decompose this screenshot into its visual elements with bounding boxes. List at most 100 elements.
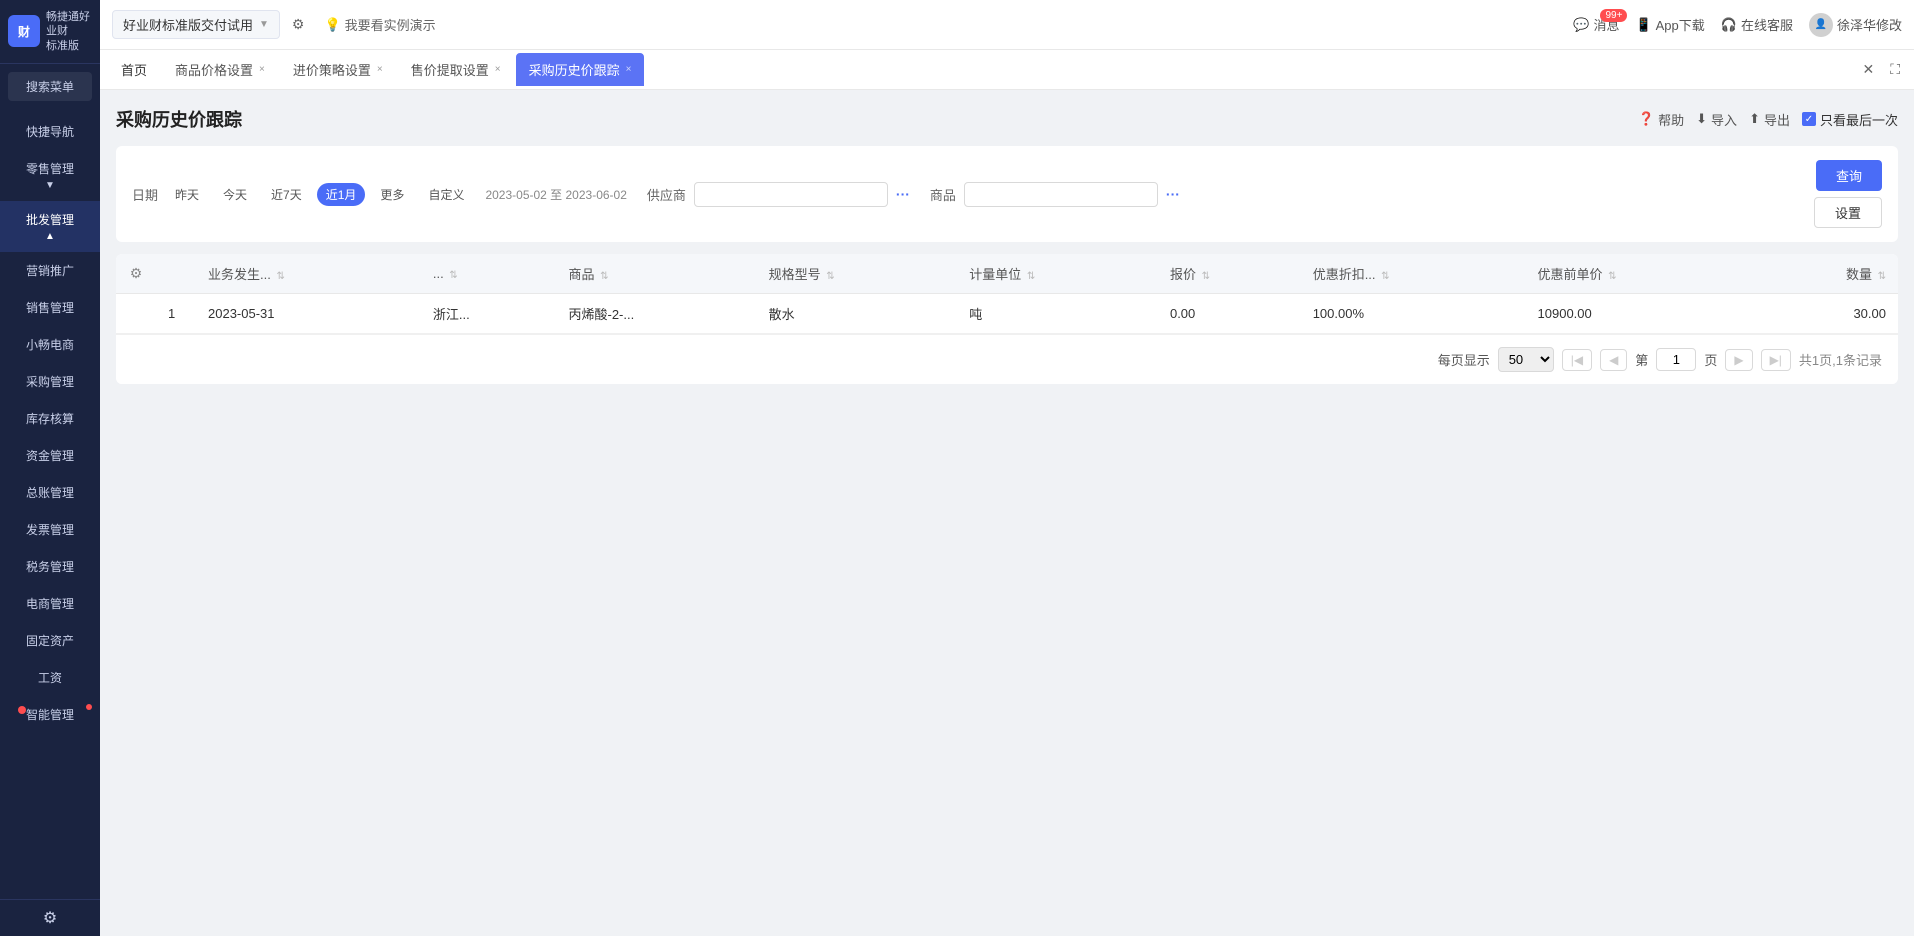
sort-discount-icon[interactable]: ⇅ [1381,271,1389,282]
tab-purchase-strategy-label: 进价策略设置 [293,60,371,79]
date-yesterday-btn[interactable]: 昨天 [166,183,208,206]
tab-sale-price-close[interactable]: × [495,64,501,75]
tab-panel-controls: ✕ ⛶ [1856,57,1906,82]
page-current-label: 第 [1635,350,1648,369]
tab-close-all-button[interactable]: ✕ [1856,57,1880,82]
date-last1m-btn[interactable]: 近1月 [317,183,366,206]
sort-pre-discount-icon[interactable]: ⇅ [1608,271,1616,282]
tax-label: 税务管理 [26,558,74,575]
sidebar-item-assets[interactable]: 固定资产 [0,622,100,659]
tab-home[interactable]: 首页 [108,53,160,86]
page-prev-button[interactable]: ◀ [1600,349,1627,371]
td-quantity: 30.00 [1755,294,1898,334]
tab-price-close[interactable]: × [259,64,265,75]
page-header: 采购历史价跟踪 ❓ 帮助 ⬇ 导入 ⬆ 导出 ✓ 只看最后一次 [116,106,1898,132]
avatar: 👤 [1809,13,1833,37]
sidebar-item-finance[interactable]: 资金管理 [0,437,100,474]
page-first-button[interactable]: |◀ [1562,349,1592,371]
sidebar-item-ecommerce-small[interactable]: 小畅电商 [0,326,100,363]
sidebar-item-retail[interactable]: 零售管理 ▼ [0,150,100,201]
tab-history-price[interactable]: 采购历史价跟踪 × [516,53,645,86]
sidebar-item-tax[interactable]: 税务管理 [0,548,100,585]
main-content: 好业财标准版交付试用 ▼ ⚙ 💡 我要看实例演示 💬 消息 99+ 📱 App下… [100,0,1914,936]
sidebar-item-ecommerce[interactable]: 电商管理 [0,585,100,622]
sort-quantity-icon[interactable]: ⇅ [1878,271,1886,282]
quick-nav-label: 快捷导航 [26,123,74,140]
th-spec: 规格型号 ⇅ [757,254,958,294]
history-price-table: ⚙ 业务发生... ⇅ ... ⇅ 商品 ⇅ 规格型号 [116,254,1898,334]
tab-sale-price[interactable]: 售价提取设置 × [398,53,514,86]
tab-maximize-button[interactable]: ⛶ [1884,57,1906,82]
tab-price[interactable]: 商品价格设置 × [162,53,278,86]
customer-service-button[interactable]: 🎧 在线客服 [1721,15,1793,34]
sidebar-item-quick-nav[interactable]: 快捷导航 [0,113,100,150]
import-button[interactable]: ⬇ 导入 [1696,110,1737,129]
export-button[interactable]: ⬆ 导出 [1749,110,1790,129]
sidebar-item-smart[interactable]: 智能管理 [0,696,100,733]
ecommerce-label: 电商管理 [26,595,74,612]
export-icon: ⬆ [1749,111,1760,127]
column-settings-icon[interactable]: ⚙ [130,265,143,281]
sort-unit-icon[interactable]: ⇅ [1027,271,1035,282]
service-label: 在线客服 [1741,15,1793,34]
supplier-dots-btn[interactable]: ··· [896,186,910,202]
td-product: 丙烯酸-2-... [557,294,757,334]
date-last7-btn[interactable]: 近7天 [262,183,311,206]
demo-link[interactable]: 💡 我要看实例演示 [324,15,435,34]
tab-purchase-strategy-close[interactable]: × [377,64,383,75]
finance-label: 资金管理 [26,447,74,464]
tab-sale-price-label: 售价提取设置 [411,60,489,79]
app-download-button[interactable]: 📱 App下载 [1635,15,1704,34]
search-menu-button[interactable]: 搜索菜单 [8,72,92,101]
sidebar-item-marketing[interactable]: 营销推广 [0,252,100,289]
sidebar-item-invoice[interactable]: 发票管理 [0,511,100,548]
sort-spec-icon[interactable]: ⇅ [826,271,834,282]
page-next-button[interactable]: ▶ [1725,349,1752,371]
sidebar-item-wholesale[interactable]: 批发管理 ▲ [0,201,100,252]
sidebar-settings-button[interactable]: ⚙ [43,908,57,928]
sort-more-icon[interactable]: ⇅ [449,270,457,281]
supplier-input[interactable] [694,182,888,207]
sidebar-item-inventory[interactable]: 库存核算 [0,400,100,437]
product-filter-label: 商品 [930,185,956,204]
user-menu[interactable]: 👤 徐泽华修改 [1809,13,1902,37]
data-table-card: ⚙ 业务发生... ⇅ ... ⇅ 商品 ⇅ 规格型号 [116,254,1898,384]
date-custom-btn[interactable]: 自定义 [419,183,473,206]
sort-quoted-icon[interactable]: ⇅ [1202,271,1210,282]
sort-product-icon[interactable]: ⇅ [600,271,608,282]
purchase-label: 采购管理 [26,373,74,390]
td-row-gear [116,294,156,334]
tab-price-label: 商品价格设置 [175,60,253,79]
page-number-input[interactable] [1656,348,1696,371]
only-last-label: 只看最后一次 [1820,110,1898,129]
sidebar-item-sales[interactable]: 销售管理 [0,289,100,326]
user-name: 徐泽华修改 [1837,15,1902,34]
tab-purchase-strategy[interactable]: 进价策略设置 × [280,53,396,86]
date-today-btn[interactable]: 今天 [214,183,256,206]
page-last-button[interactable]: ▶| [1761,349,1791,371]
topbar-gear-button[interactable]: ⚙ [288,12,309,37]
help-button[interactable]: ❓ 帮助 [1638,110,1684,129]
sort-biz-date-icon[interactable]: ⇅ [276,271,284,282]
sidebar-item-accounting[interactable]: 总账管理 [0,474,100,511]
query-button[interactable]: 查询 [1816,160,1882,191]
td-discount: 100.00% [1301,294,1526,334]
only-last-checkbox[interactable]: ✓ 只看最后一次 [1802,110,1898,129]
import-label: 导入 [1711,110,1737,129]
version-selector[interactable]: 好业财标准版交付试用 ▼ [112,10,280,39]
settings-button[interactable]: 设置 [1814,197,1882,228]
date-more-btn[interactable]: 更多 [371,183,413,206]
message-button[interactable]: 💬 消息 99+ [1573,15,1619,34]
sidebar-item-salary[interactable]: 工资 [0,659,100,696]
sidebar-item-purchase[interactable]: 采购管理 [0,363,100,400]
ecommerce-small-label: 小畅电商 [26,336,74,353]
td-spec: 散水 [757,294,958,334]
product-dots-btn[interactable]: ··· [1166,186,1180,202]
sidebar: 财 畅捷通好业财 标准版 搜索菜单 快捷导航 零售管理 ▼ 批发管理 ▲ 营销推… [0,0,100,936]
filter-panel: 日期 昨天 今天 近7天 近1月 更多 自定义 2023-05-02 至 202… [116,146,1898,242]
product-input[interactable] [964,182,1158,207]
page-size-select[interactable]: 20 50 100 200 [1498,347,1554,372]
export-label: 导出 [1764,110,1790,129]
th-more: ... ⇅ [421,254,557,294]
tab-history-price-close[interactable]: × [626,64,632,75]
